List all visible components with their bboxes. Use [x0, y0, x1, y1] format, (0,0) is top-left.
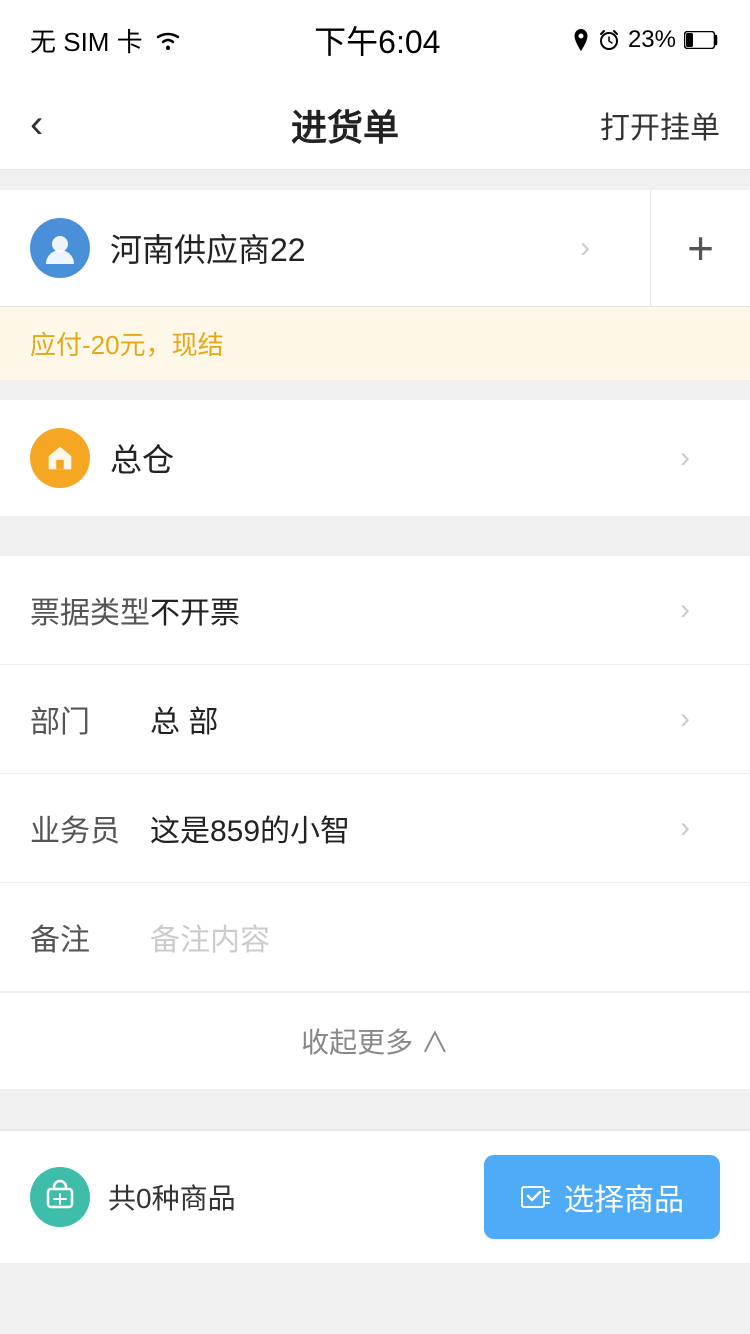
- supplier-arrow-icon: ›: [580, 231, 590, 265]
- battery-icon: [684, 31, 720, 49]
- invoice-type-value: 不开票: [150, 588, 680, 632]
- salesperson-row[interactable]: 业务员 这是859的小智 ›: [0, 774, 750, 883]
- status-right-area: 23%: [572, 26, 720, 54]
- remark-label: 备注: [30, 915, 150, 959]
- department-label: 部门: [30, 697, 150, 741]
- bottom-bar: 共0种商品 选择商品: [0, 1129, 750, 1263]
- department-arrow-icon: ›: [680, 702, 690, 736]
- add-supplier-button[interactable]: +: [651, 190, 750, 306]
- notice-text: 应付-20元，现结: [30, 330, 224, 360]
- supplier-row[interactable]: 河南供应商22 ›: [0, 190, 650, 306]
- invoice-type-label: 票据类型: [30, 588, 150, 632]
- department-row[interactable]: 部门 总 部 ›: [0, 665, 750, 774]
- invoice-type-arrow-icon: ›: [680, 593, 690, 627]
- notice-row: 应付-20元，现结: [0, 307, 750, 380]
- status-carrier: 无 SIM 卡: [30, 22, 183, 59]
- department-value: 总 部: [150, 697, 680, 741]
- status-bar: 无 SIM 卡 下午6:04 23%: [0, 0, 750, 80]
- carrier-text: 无 SIM 卡: [30, 22, 143, 59]
- warehouse-name: 总仓: [110, 435, 680, 481]
- page-title: 进货单: [291, 99, 399, 151]
- warehouse-row[interactable]: 总仓 ›: [0, 400, 750, 516]
- supplier-avatar: [30, 218, 90, 278]
- status-time: 下午6:04: [314, 17, 440, 63]
- salesperson-label: 业务员: [30, 806, 150, 850]
- select-product-button[interactable]: 选择商品: [484, 1155, 720, 1239]
- invoice-type-row[interactable]: 票据类型 不开票 ›: [0, 556, 750, 665]
- warehouse-icon-circle: [30, 428, 90, 488]
- select-product-icon: [520, 1181, 552, 1213]
- divider-3: [0, 1089, 750, 1109]
- remark-input[interactable]: 备注内容: [150, 915, 720, 959]
- divider-2: [0, 516, 750, 536]
- page-content: 河南供应商22 › + 应付-20元，现结 总仓 › 票据类型 不开票 ›: [0, 170, 750, 1334]
- cart-icon: [42, 1179, 78, 1215]
- salesperson-arrow-icon: ›: [680, 811, 690, 845]
- divider-1: [0, 380, 750, 400]
- collapse-label: 收起更多 ∧: [301, 1021, 449, 1061]
- supplier-name: 河南供应商22: [110, 225, 580, 271]
- battery-percent: 23%: [628, 26, 676, 54]
- product-count-area: 共0种商品: [30, 1167, 236, 1227]
- product-count-text: 共0种商品: [108, 1177, 236, 1217]
- open-pending-button[interactable]: 打开挂单: [600, 103, 720, 147]
- remark-row[interactable]: 备注 备注内容: [0, 883, 750, 992]
- wifi-icon: [153, 29, 183, 51]
- user-icon: [42, 230, 78, 266]
- collapse-row[interactable]: 收起更多 ∧: [0, 992, 750, 1089]
- top-divider: [0, 170, 750, 190]
- product-icon-circle: [30, 1167, 90, 1227]
- location-icon: [572, 29, 590, 51]
- warehouse-arrow-icon: ›: [680, 441, 690, 475]
- nav-bar: ‹ 进货单 打开挂单: [0, 80, 750, 170]
- house-icon: [43, 441, 77, 475]
- alarm-icon: [598, 29, 620, 51]
- form-section: 票据类型 不开票 › 部门 总 部 › 业务员 这是859的小智 › 备注 备注…: [0, 556, 750, 1089]
- salesperson-value: 这是859的小智: [150, 806, 680, 850]
- select-product-label: 选择商品: [564, 1175, 684, 1219]
- add-icon: +: [687, 225, 714, 271]
- back-button[interactable]: ‹: [30, 102, 90, 147]
